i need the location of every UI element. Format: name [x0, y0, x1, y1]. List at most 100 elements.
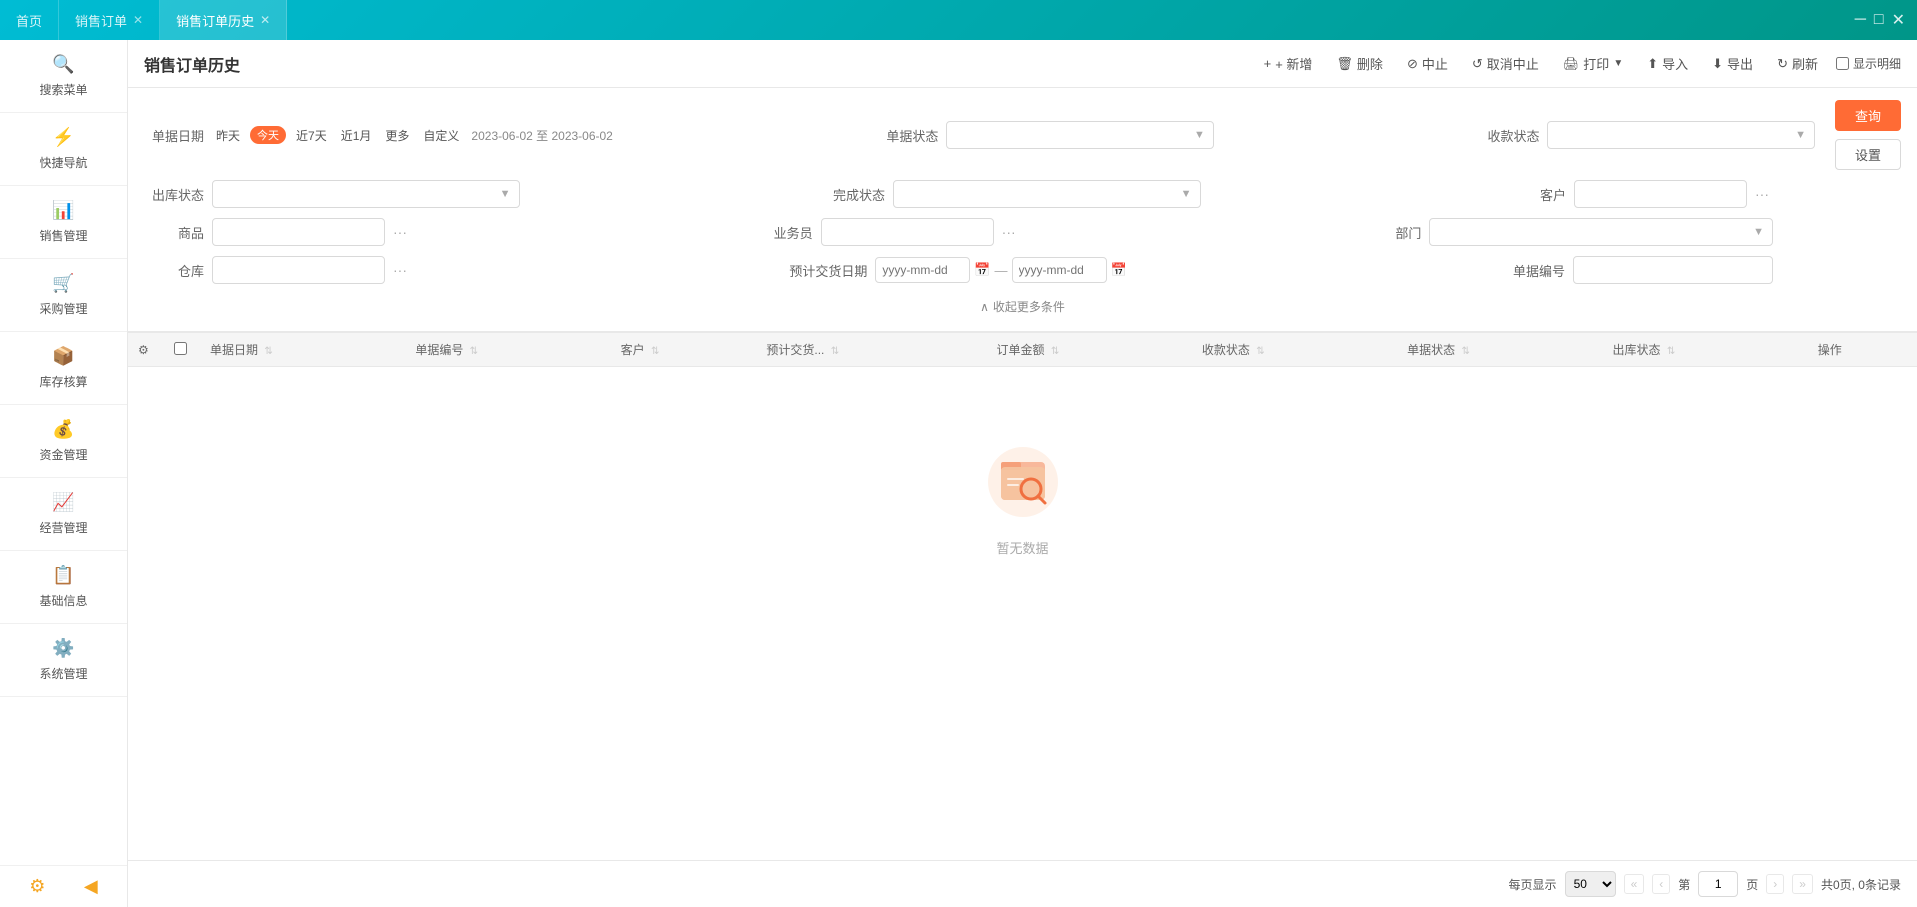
- sidebar-item-finance[interactable]: 💰 资金管理: [0, 405, 127, 478]
- next-page-button[interactable]: ›: [1766, 874, 1784, 894]
- sort-out-status-icon[interactable]: ⇅: [1667, 346, 1675, 357]
- sidebar-item-search[interactable]: 🔍 搜索菜单: [0, 40, 127, 113]
- date-option-more[interactable]: 更多: [381, 126, 413, 145]
- new-icon: +: [1264, 56, 1272, 71]
- display-detail-input[interactable]: [1836, 57, 1849, 70]
- refresh-button[interactable]: ↻ 刷新: [1771, 50, 1824, 77]
- display-detail-checkbox[interactable]: 显示明细: [1836, 55, 1901, 72]
- tab-sales-order[interactable]: 销售订单 ✕: [59, 0, 160, 40]
- sort-order-status-icon[interactable]: ⇅: [1462, 346, 1470, 357]
- sort-customer-icon[interactable]: ⇅: [651, 346, 659, 357]
- sidebar-settings-button[interactable]: ⚙: [29, 876, 45, 897]
- out-status-dropdown[interactable]: ▼: [212, 180, 520, 208]
- print-arrow-icon: ▼: [1613, 58, 1623, 69]
- sidebar-item-purchase-label: 采购管理: [39, 300, 87, 317]
- salesperson-input[interactable]: [821, 218, 994, 246]
- sort-delivery-icon[interactable]: ⇅: [831, 346, 839, 357]
- sort-amount-icon[interactable]: ⇅: [1051, 346, 1059, 357]
- cancel-stop-button[interactable]: ↺ 取消中止: [1466, 50, 1545, 77]
- payment-status-dropdown[interactable]: ▼: [1547, 121, 1815, 149]
- date-option-7days[interactable]: 近7天: [292, 126, 331, 145]
- page-input[interactable]: [1698, 871, 1738, 897]
- order-status-dropdown[interactable]: ▼: [946, 121, 1214, 149]
- first-page-button[interactable]: «: [1624, 874, 1645, 894]
- sidebar-item-inventory[interactable]: 📦 库存核算: [0, 332, 127, 405]
- print-button[interactable]: 🖨 打印 ▼: [1557, 50, 1629, 77]
- settings-button[interactable]: 设置: [1835, 139, 1901, 170]
- product-input[interactable]: [212, 218, 385, 246]
- tab-sales-order-close[interactable]: ✕: [133, 13, 143, 27]
- order-number-input[interactable]: [1573, 256, 1773, 284]
- sidebar-item-sales-label: 销售管理: [39, 227, 87, 244]
- customer-input[interactable]: [1574, 180, 1747, 208]
- col-header-payment-status: 收款状态 ⇅: [1192, 333, 1397, 367]
- page-size-select[interactable]: 50 100 200: [1565, 871, 1616, 897]
- stop-button[interactable]: ⊘ 中止: [1401, 50, 1454, 77]
- sidebar-item-operations-label: 经营管理: [39, 519, 87, 536]
- tab-home[interactable]: 首页: [0, 0, 59, 40]
- sidebar-item-operations[interactable]: 📈 经营管理: [0, 478, 127, 551]
- close-window-button[interactable]: ✕: [1892, 10, 1905, 30]
- customer-ellipsis-button[interactable]: ···: [1751, 186, 1773, 202]
- sort-payment-status-icon[interactable]: ⇅: [1256, 346, 1264, 357]
- sidebar-item-basic-info[interactable]: 📋 基础信息: [0, 551, 127, 624]
- delete-icon: 🗑: [1336, 56, 1353, 72]
- warehouse-ellipsis-button[interactable]: ···: [389, 262, 411, 278]
- payment-status-arrow-icon: ▼: [1795, 129, 1806, 141]
- sidebar-collapse-button[interactable]: ◀: [84, 876, 98, 897]
- delivery-date-start[interactable]: [875, 257, 970, 283]
- order-number-field: [1573, 256, 1773, 284]
- date-option-yesterday[interactable]: 昨天: [212, 126, 244, 145]
- sort-date-icon[interactable]: ⇅: [264, 346, 272, 357]
- filter-order-number-label: 单据编号: [1505, 261, 1565, 280]
- import-button[interactable]: ⬆ 导入: [1641, 50, 1694, 77]
- filter-customer-label: 客户: [1506, 185, 1566, 204]
- sidebar-item-purchase-mgmt[interactable]: 🛒 采购管理: [0, 259, 127, 332]
- warehouse-input[interactable]: [212, 256, 385, 284]
- department-dropdown[interactable]: ▼: [1429, 218, 1773, 246]
- tab-home-label: 首页: [16, 11, 42, 30]
- filter-row-4: 仓库 ··· 预计交货日期 📅 — 📅 单据编号: [144, 256, 1901, 284]
- empty-illustration: [973, 427, 1073, 527]
- filter-delivery-date-label: 预计交货日期: [789, 261, 867, 280]
- maximize-button[interactable]: □: [1874, 11, 1884, 29]
- basic-info-icon: 📋: [52, 565, 74, 586]
- filter-order-status-label: 单据状态: [878, 126, 938, 145]
- sidebar-item-sales-mgmt[interactable]: 📊 销售管理: [0, 186, 127, 259]
- table-settings-icon[interactable]: ⚙: [138, 343, 149, 357]
- sort-number-icon[interactable]: ⇅: [470, 346, 478, 357]
- delivery-date-range: 📅 — 📅: [875, 257, 1126, 283]
- prev-page-button[interactable]: ‹: [1652, 874, 1670, 894]
- tab-sales-order-history-close[interactable]: ✕: [260, 13, 270, 27]
- collapse-filter-button[interactable]: ∧ 收起更多条件: [144, 294, 1901, 319]
- minimize-button[interactable]: ─: [1855, 11, 1866, 29]
- sidebar-item-sys-mgmt-label: 系统管理: [39, 665, 87, 682]
- refresh-icon: ↻: [1777, 56, 1788, 72]
- delivery-date-end-calendar-icon[interactable]: 📅: [1111, 262, 1127, 278]
- sidebar-item-quick-nav[interactable]: ⚡ 快捷导航: [0, 113, 127, 186]
- date-option-1month[interactable]: 近1月: [337, 126, 376, 145]
- filter-warehouse-label: 仓库: [144, 261, 204, 280]
- salesperson-ellipsis-button[interactable]: ···: [998, 224, 1020, 240]
- complete-status-dropdown[interactable]: ▼: [893, 180, 1201, 208]
- new-button[interactable]: + + 新增: [1258, 50, 1319, 77]
- date-option-today[interactable]: 今天: [250, 126, 286, 144]
- export-button[interactable]: ⬇ 导出: [1706, 50, 1759, 77]
- sidebar-item-sys-mgmt[interactable]: ⚙️ 系统管理: [0, 624, 127, 697]
- tab-sales-order-history[interactable]: 销售订单历史 ✕: [160, 0, 287, 40]
- date-option-custom[interactable]: 自定义: [419, 126, 463, 145]
- operations-icon: 📈: [52, 492, 74, 513]
- tab-sales-order-label: 销售订单: [75, 11, 127, 30]
- delete-button[interactable]: 🗑 删除: [1330, 50, 1389, 77]
- last-page-button[interactable]: »: [1792, 874, 1813, 894]
- date-quick-group: 昨天 今天 近7天 近1月 更多 自定义: [212, 126, 463, 145]
- delivery-date-end[interactable]: [1012, 257, 1107, 283]
- product-ellipsis-button[interactable]: ···: [389, 224, 411, 240]
- customer-field: ···: [1574, 180, 1773, 208]
- query-button[interactable]: 查询: [1835, 100, 1901, 131]
- select-all-checkbox[interactable]: [174, 342, 187, 355]
- sys-mgmt-icon: ⚙️: [52, 638, 74, 659]
- content-area: 销售订单历史 + + 新增 🗑 删除 ⊘ 中止 ↺ 取消中止: [128, 40, 1917, 907]
- stop-icon: ⊘: [1407, 56, 1418, 72]
- delivery-date-start-calendar-icon[interactable]: 📅: [974, 262, 990, 278]
